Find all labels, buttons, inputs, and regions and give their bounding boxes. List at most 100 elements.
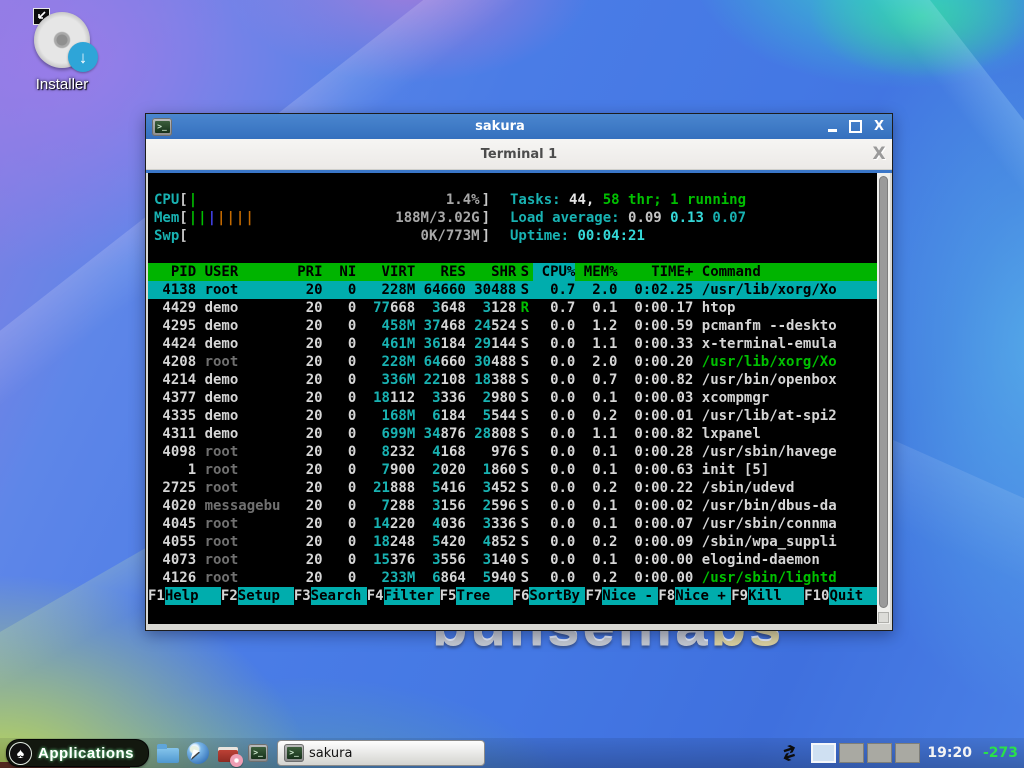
cell-pri: 20: [305, 336, 323, 352]
cell-user: root: [204, 570, 239, 586]
fkey-f2-setup[interactable]: F2 Setup: [220, 587, 294, 605]
cell-res: 34876: [423, 426, 466, 442]
fkey-f7-nice[interactable]: F7 Nice -: [585, 587, 659, 605]
cell-pri: 20: [305, 534, 323, 550]
cell-pri: 20: [305, 444, 323, 460]
process-row[interactable]: 4138 root 20 0 228M 64660 30488 S 0.7 2.0 0:02.25 /…: [148, 281, 877, 299]
window-bottom-border: [146, 624, 892, 630]
column-header-user[interactable]: USER: [196, 263, 289, 281]
fkey-f3-search[interactable]: F3 Search: [293, 587, 367, 605]
workspace-2[interactable]: [839, 743, 865, 763]
cell-res: 37468: [423, 318, 466, 334]
process-row[interactable]: 4073 root 20 0 15376 3556 3140 S 0.0 0.1 0:00.00 el…: [148, 551, 877, 569]
column-header-s[interactable]: S: [516, 263, 533, 281]
cell-pri: 20: [305, 282, 323, 298]
cell-mem: 1.1: [592, 336, 618, 352]
cell-state: S: [520, 390, 530, 406]
column-header-mem[interactable]: MEM%: [575, 263, 618, 281]
cell-state: S: [520, 408, 530, 424]
fkey-f4-filter[interactable]: F4 Filter: [366, 587, 440, 605]
cell-user: root: [204, 444, 239, 460]
process-row[interactable]: 4126 root 20 0 233M 6864 5940 S 0.0 0.2 0:00.00/us…: [148, 569, 877, 587]
cell-shr: 3452: [482, 480, 517, 496]
maximize-button[interactable]: [848, 120, 862, 133]
column-header-pri[interactable]: PRI: [289, 263, 322, 281]
taskbar-task-sakura[interactable]: >_ sakura: [277, 740, 486, 766]
fkey-f1-help[interactable]: F1 Help: [148, 587, 221, 605]
cell-pid: 4055: [162, 534, 197, 550]
close-button[interactable]: X: [874, 120, 884, 133]
column-header-ni[interactable]: NI: [323, 263, 356, 281]
minimize-button[interactable]: [827, 129, 837, 132]
workspace-4[interactable]: [895, 743, 921, 763]
package-manager-icon[interactable]: [216, 741, 244, 767]
cell-pid: 4214: [162, 372, 197, 388]
process-row[interactable]: 2725 root 20 0 21888 5416 3452 S 0.0 0.2 0:00.22/s…: [148, 479, 877, 497]
cell-shr: 4852: [482, 534, 517, 550]
column-header-time[interactable]: TIME+: [618, 263, 693, 281]
column-header-shr[interactable]: SHR: [466, 263, 516, 281]
process-row[interactable]: 4429 demo 20 0 77668 3648 3128 R 0.7 0.1 0:00.17 ht…: [148, 299, 877, 317]
cell-mem: 2.0: [592, 354, 618, 370]
workspace-1[interactable]: [811, 743, 837, 763]
process-row[interactable]: 4055 root 20 0 18248 5420 4852 S 0.0 0.2 0:00.09/s…: [148, 533, 877, 551]
process-row[interactable]: 4098 root 20 0 8232 4168 976 S 0.0 0.1 0:00.28/usr…: [148, 443, 877, 461]
process-row[interactable]: 4208 root 20 0 228M 64660 30488 S 0.0 2.0 0:00.20 /…: [148, 353, 877, 371]
cell-mem: 0.1: [592, 552, 618, 568]
cell-user: demo: [204, 426, 239, 442]
window-titlebar[interactable]: >_ sakura X: [146, 114, 892, 139]
meter-value: 0K/773M: [420, 228, 480, 244]
terminal-screen[interactable]: CPU[| 1.4%] Mem[||||||| 188M/3.02G] Swp[0K/7…: [148, 173, 877, 624]
terminal-scrollbar[interactable]: [877, 173, 890, 624]
process-row[interactable]: 4424 demo 20 0 461M 36184 29144 S 0.0 1.1 0:00.33 x…: [148, 335, 877, 353]
column-header-pid[interactable]: PID: [154, 263, 196, 281]
cell-mem: 0.2: [592, 534, 618, 550]
cell-pid: 4335: [162, 408, 197, 424]
process-row[interactable]: 4377 demo 20 0 18112 3336 2980 S 0.0 0.1 0:00.03 xc…: [148, 389, 877, 407]
cell-pri: 20: [305, 480, 323, 496]
fkey-f6-sortby[interactable]: F6 SortBy: [512, 587, 586, 605]
process-row[interactable]: 4311 demo 20 0 699M 34876 28808 S 0.0 1.1 0:00.82 l…: [148, 425, 877, 443]
sakura-window: >_ sakura X Terminal 1 X CPU[| 1.4%] Mem[|…: [145, 113, 893, 631]
process-row[interactable]: 4295 demo 20 0 458M 37468 24524 S 0.0 1.2 0:00.59 p…: [148, 317, 877, 335]
scrollbar-thumb[interactable]: [879, 176, 888, 608]
terminal-launcher-icon[interactable]: >_: [246, 741, 270, 765]
terminal-window-icon: >_: [152, 117, 172, 136]
workspace-3[interactable]: [867, 743, 893, 763]
cell-pri: 20: [305, 552, 323, 568]
fkey-f5-tree[interactable]: F5 Tree: [439, 587, 513, 605]
column-header-command[interactable]: Command: [693, 263, 761, 281]
cell-res: 3556: [432, 552, 466, 568]
cell-user: root: [204, 552, 239, 568]
fkey-f9-kill[interactable]: F9 Kill: [731, 587, 805, 605]
process-row[interactable]: 4020 messagebu 20 0 7288 3156 2596 S 0.0 0.1 0:00.…: [148, 497, 877, 515]
cell-mem: 1.1: [592, 426, 618, 442]
cell-res: 5416: [432, 480, 466, 496]
tab-close-icon[interactable]: X: [866, 144, 892, 164]
cell-mem: 2.0: [592, 282, 618, 298]
desktop-icon-installer[interactable]: ↓ Installer: [18, 12, 106, 93]
cell-ni: 0: [347, 318, 357, 334]
cell-cpu: 0.0: [550, 462, 576, 478]
meter-bar: |: [245, 210, 254, 226]
applications-menu-button[interactable]: ♠ Applications: [6, 739, 150, 767]
cell-command: pcmanfm --deskto: [701, 318, 837, 334]
cell-time: 0:00.28: [634, 444, 694, 460]
fkey-f10-quit[interactable]: F10 Quit: [804, 587, 877, 605]
process-row[interactable]: 4214 demo 20 0 336M 22108 18388 S 0.0 0.7 0:00.82 /…: [148, 371, 877, 389]
column-header-cpu[interactable]: CPU%: [533, 263, 576, 281]
process-row[interactable]: 4335 demo 20 0 168M 6184 5544 S 0.0 0.2 0:00.01/us…: [148, 407, 877, 425]
network-tray-icon[interactable]: ➔ ➔: [781, 739, 804, 766]
column-header-virt[interactable]: VIRT: [356, 263, 416, 281]
cell-pid: 4098: [162, 444, 197, 460]
meter-bar: |: [207, 210, 217, 226]
fkey-f8-nice[interactable]: F8 Nice +: [658, 587, 732, 605]
file-manager-icon[interactable]: [156, 741, 180, 765]
cell-mem: 1.2: [592, 318, 618, 334]
process-row[interactable]: 1 root 20 0 7900 2020 1860 S 0.0 0.1 0:00.63 init […: [148, 461, 877, 479]
tab-terminal-1[interactable]: Terminal 1: [172, 147, 866, 162]
column-header-res[interactable]: RES: [415, 263, 466, 281]
process-row[interactable]: 4045 root 20 0 14220 4036 3336 S 0.0 0.1 0:00.07/u…: [148, 515, 877, 533]
web-browser-icon[interactable]: [186, 741, 210, 765]
process-table-header[interactable]: PID USER PRI NI VIRT RES SHR S CPU% MEM% TIME+ Comm…: [148, 263, 877, 281]
